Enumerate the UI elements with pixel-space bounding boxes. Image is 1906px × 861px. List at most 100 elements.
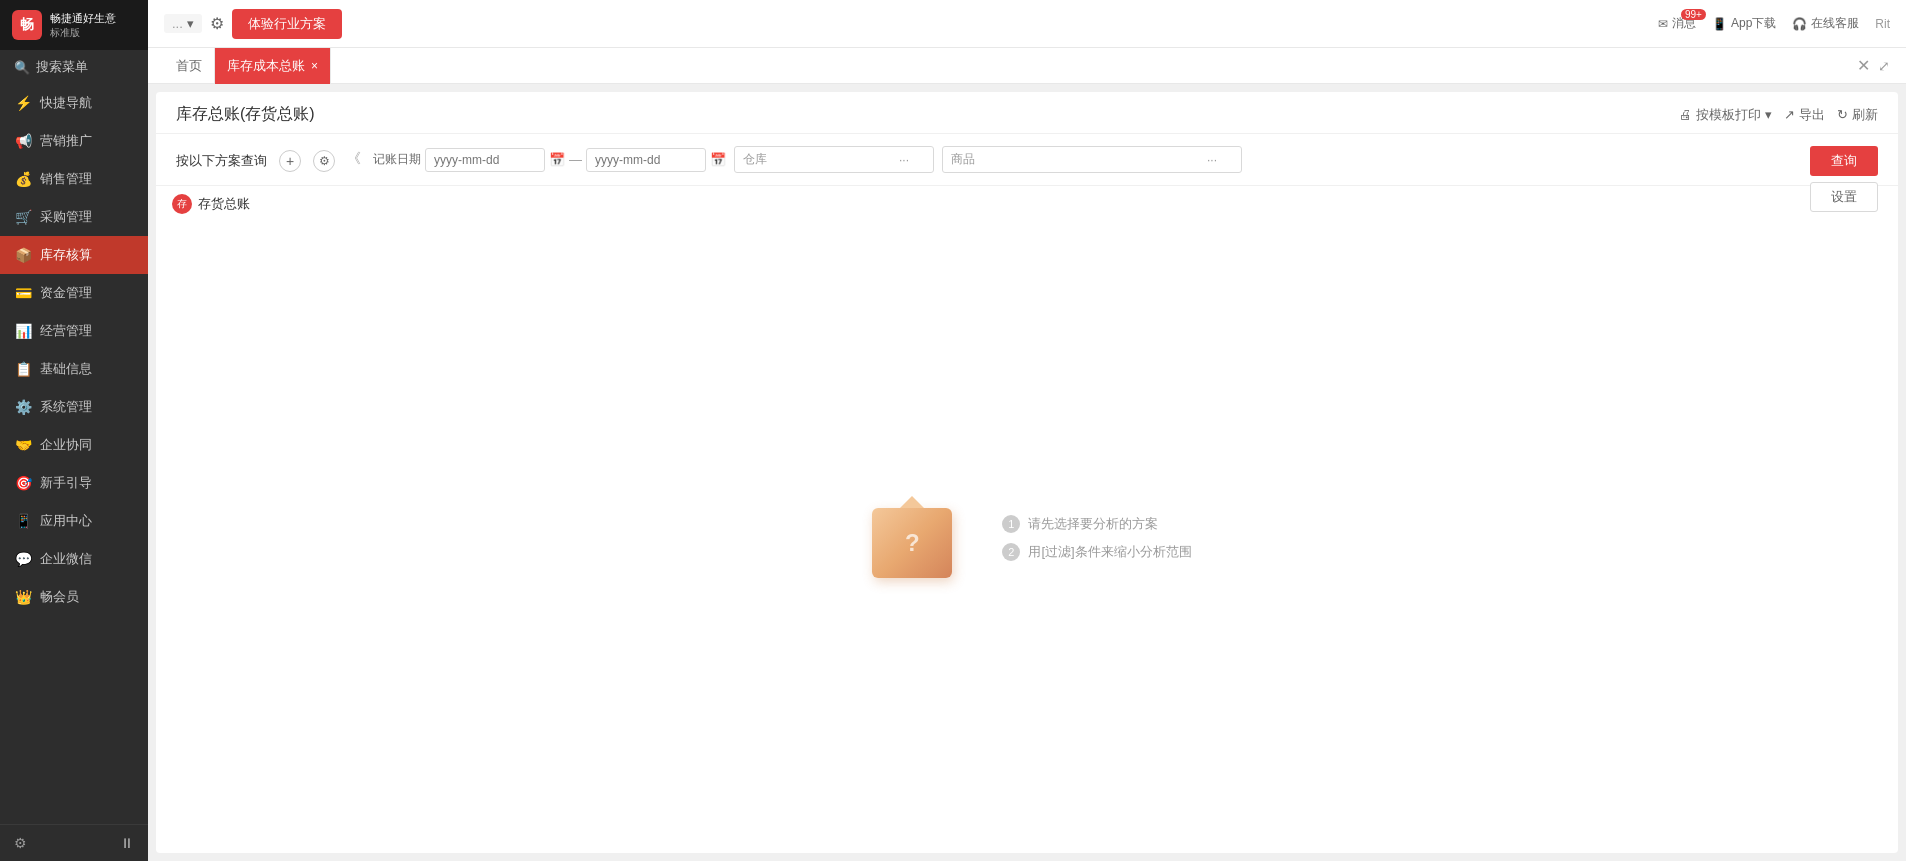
tab-label: 库存成本总账: [227, 57, 305, 75]
top-bar-left: ... ▾ ⚙ 体验行业方案: [164, 9, 1650, 39]
filter-row: 记账日期 📅 — 📅 仓库 ··· 商品: [373, 146, 1878, 173]
basic-icon: 📋: [14, 361, 32, 377]
sidebar-item-label: 应用中心: [40, 512, 92, 530]
sidebar-item-label: 快捷导航: [40, 94, 92, 112]
page-header-actions: 🖨 按模板打印 ▾ ↗ 导出 ↻ 刷新: [1679, 106, 1878, 124]
product-more-icon: ···: [1207, 153, 1217, 167]
sidebar-item-label: 企业协同: [40, 436, 92, 454]
refresh-label: 刷新: [1852, 106, 1878, 124]
volume-icon[interactable]: ⏸: [120, 835, 134, 851]
settings-button[interactable]: 设置: [1810, 182, 1878, 212]
sidebar-logo: 畅 畅捷通好生意 标准版: [0, 0, 148, 50]
message-icon: ✉: [1658, 17, 1668, 31]
date-end-input[interactable]: [586, 148, 706, 172]
sidebar-item-label: 经营管理: [40, 322, 92, 340]
close-tab-icon[interactable]: ✕: [1857, 56, 1870, 75]
member-icon: 👑: [14, 589, 32, 605]
refresh-icon: ↻: [1837, 107, 1848, 122]
sidebar-item-marketing[interactable]: 📢 营销推广: [0, 122, 148, 160]
sidebar-item-sales[interactable]: 💰 销售管理: [0, 160, 148, 198]
user-name[interactable]: Rit: [1875, 17, 1890, 31]
print-button[interactable]: 🖨 按模板打印 ▾: [1679, 106, 1772, 124]
top-bar: ... ▾ ⚙ 体验行业方案 ✉ 消息 99+ 📱 App下载 🎧 在线客服 R…: [148, 0, 1906, 48]
sidebar-item-system[interactable]: ⚙️ 系统管理: [0, 388, 148, 426]
settings-icon[interactable]: ⚙: [14, 835, 27, 851]
query-button[interactable]: 查询: [1810, 146, 1878, 176]
search-icon: 🔍: [14, 60, 30, 75]
tab-bar: 首页 库存成本总账 × ✕ ⤢: [148, 48, 1906, 84]
user-name-text: Rit: [1875, 17, 1890, 31]
print-dropdown-icon[interactable]: ▾: [1765, 107, 1772, 122]
scheme-icon: 存: [172, 194, 192, 214]
phone-icon: 📱: [1712, 17, 1727, 31]
tab-bar-right: ✕ ⤢: [1857, 56, 1890, 75]
tab-home[interactable]: 首页: [164, 48, 215, 84]
tab-close-icon[interactable]: ×: [311, 59, 318, 73]
quick-nav-icon: ⚡: [14, 95, 32, 111]
expand-icon[interactable]: ⤢: [1878, 58, 1890, 74]
sidebar-item-purchase[interactable]: 🛒 采购管理: [0, 198, 148, 236]
sidebar-item-guide[interactable]: 🎯 新手引导: [0, 464, 148, 502]
page-content: 库存总账(存货总账) 🖨 按模板打印 ▾ ↗ 导出 ↻ 刷新 按以下方案查询: [156, 92, 1898, 853]
export-label: 导出: [1799, 106, 1825, 124]
product-select[interactable]: 商品 ···: [942, 146, 1242, 173]
sidebar-item-label: 基础信息: [40, 360, 92, 378]
breadcrumb-dropdown-icon[interactable]: ▾: [187, 16, 194, 31]
refresh-button[interactable]: ↻ 刷新: [1837, 106, 1878, 124]
date-start-input[interactable]: [425, 148, 545, 172]
sidebar-item-inventory[interactable]: 📦 库存核算: [0, 236, 148, 274]
sidebar-item-label: 系统管理: [40, 398, 92, 416]
empty-hint-2: 2 用[过滤]条件来缩小分析范围: [1002, 543, 1191, 561]
export-button[interactable]: ↗ 导出: [1784, 106, 1825, 124]
marketing-icon: 📢: [14, 133, 32, 149]
sidebar-item-wechat[interactable]: 💬 企业微信: [0, 540, 148, 578]
sidebar-item-operations[interactable]: 📊 经营管理: [0, 312, 148, 350]
purchase-icon: 🛒: [14, 209, 32, 225]
print-label: 按模板打印: [1696, 106, 1761, 124]
search-label: 搜索菜单: [36, 58, 88, 76]
sidebar-item-appstore[interactable]: 📱 应用中心: [0, 502, 148, 540]
scheme-name: 存货总账: [198, 195, 250, 213]
calendar-start-icon[interactable]: 📅: [549, 152, 565, 167]
online-service-button[interactable]: 🎧 在线客服: [1792, 15, 1859, 32]
sidebar-item-label: 销售管理: [40, 170, 92, 188]
sidebar-bottom: ⚙ ⏸: [0, 824, 148, 861]
sidebar-search[interactable]: 🔍 搜索菜单: [0, 50, 148, 84]
sidebar-item-label: 企业微信: [40, 550, 92, 568]
top-bar-right: ✉ 消息 99+ 📱 App下载 🎧 在线客服 Rit: [1658, 15, 1890, 32]
sidebar-item-label: 资金管理: [40, 284, 92, 302]
scheme-item[interactable]: 存 存货总账: [156, 186, 1898, 222]
sidebar-item-member[interactable]: 👑 畅会员: [0, 578, 148, 616]
filter-actions: 查询 设置: [1810, 146, 1878, 212]
message-button[interactable]: ✉ 消息 99+: [1658, 15, 1696, 32]
filter-add-button[interactable]: +: [279, 150, 301, 172]
empty-illustration: [862, 488, 962, 588]
app-download-button[interactable]: 📱 App下载: [1712, 15, 1776, 32]
product-label: 商品: [951, 151, 975, 168]
sidebar-scroll: 🔍 搜索菜单 ⚡ 快捷导航 📢 营销推广 💰 销售管理 🛒 采购管理 📦 库存核…: [0, 50, 148, 824]
sidebar-item-basic[interactable]: 📋 基础信息: [0, 350, 148, 388]
service-label: 在线客服: [1811, 15, 1859, 32]
warehouse-select[interactable]: 仓库 ···: [734, 146, 934, 173]
filter-collapse-icon[interactable]: 《: [347, 150, 361, 168]
empty-text: 1 请先选择要分析的方案 2 用[过滤]条件来缩小分析范围: [1002, 515, 1191, 561]
service-icon: 🎧: [1792, 17, 1807, 31]
sidebar-item-finance[interactable]: 💳 资金管理: [0, 274, 148, 312]
scheme-icon-char: 存: [177, 197, 187, 211]
breadcrumb: ... ▾: [164, 14, 202, 33]
sidebar-item-cooperation[interactable]: 🤝 企业协同: [0, 426, 148, 464]
filter-area: 按以下方案查询 + ⚙ 《 记账日期 📅 — 📅 仓库 ·: [156, 134, 1898, 186]
warehouse-more-icon: ···: [899, 153, 909, 167]
sidebar-item-quick-nav[interactable]: ⚡ 快捷导航: [0, 84, 148, 122]
guide-icon: 🎯: [14, 475, 32, 491]
breadcrumb-text: ...: [172, 16, 183, 31]
appstore-icon: 📱: [14, 513, 32, 529]
tab-inventory-ledger[interactable]: 库存成本总账 ×: [215, 48, 331, 84]
filter-settings-button[interactable]: ⚙: [313, 150, 335, 172]
calendar-end-icon[interactable]: 📅: [710, 152, 726, 167]
settings-gear-icon[interactable]: ⚙: [210, 14, 224, 33]
cooperation-icon: 🤝: [14, 437, 32, 453]
sales-icon: 💰: [14, 171, 32, 187]
empty-hint-2-text: 用[过滤]条件来缩小分析范围: [1028, 543, 1191, 561]
industry-button[interactable]: 体验行业方案: [232, 9, 342, 39]
